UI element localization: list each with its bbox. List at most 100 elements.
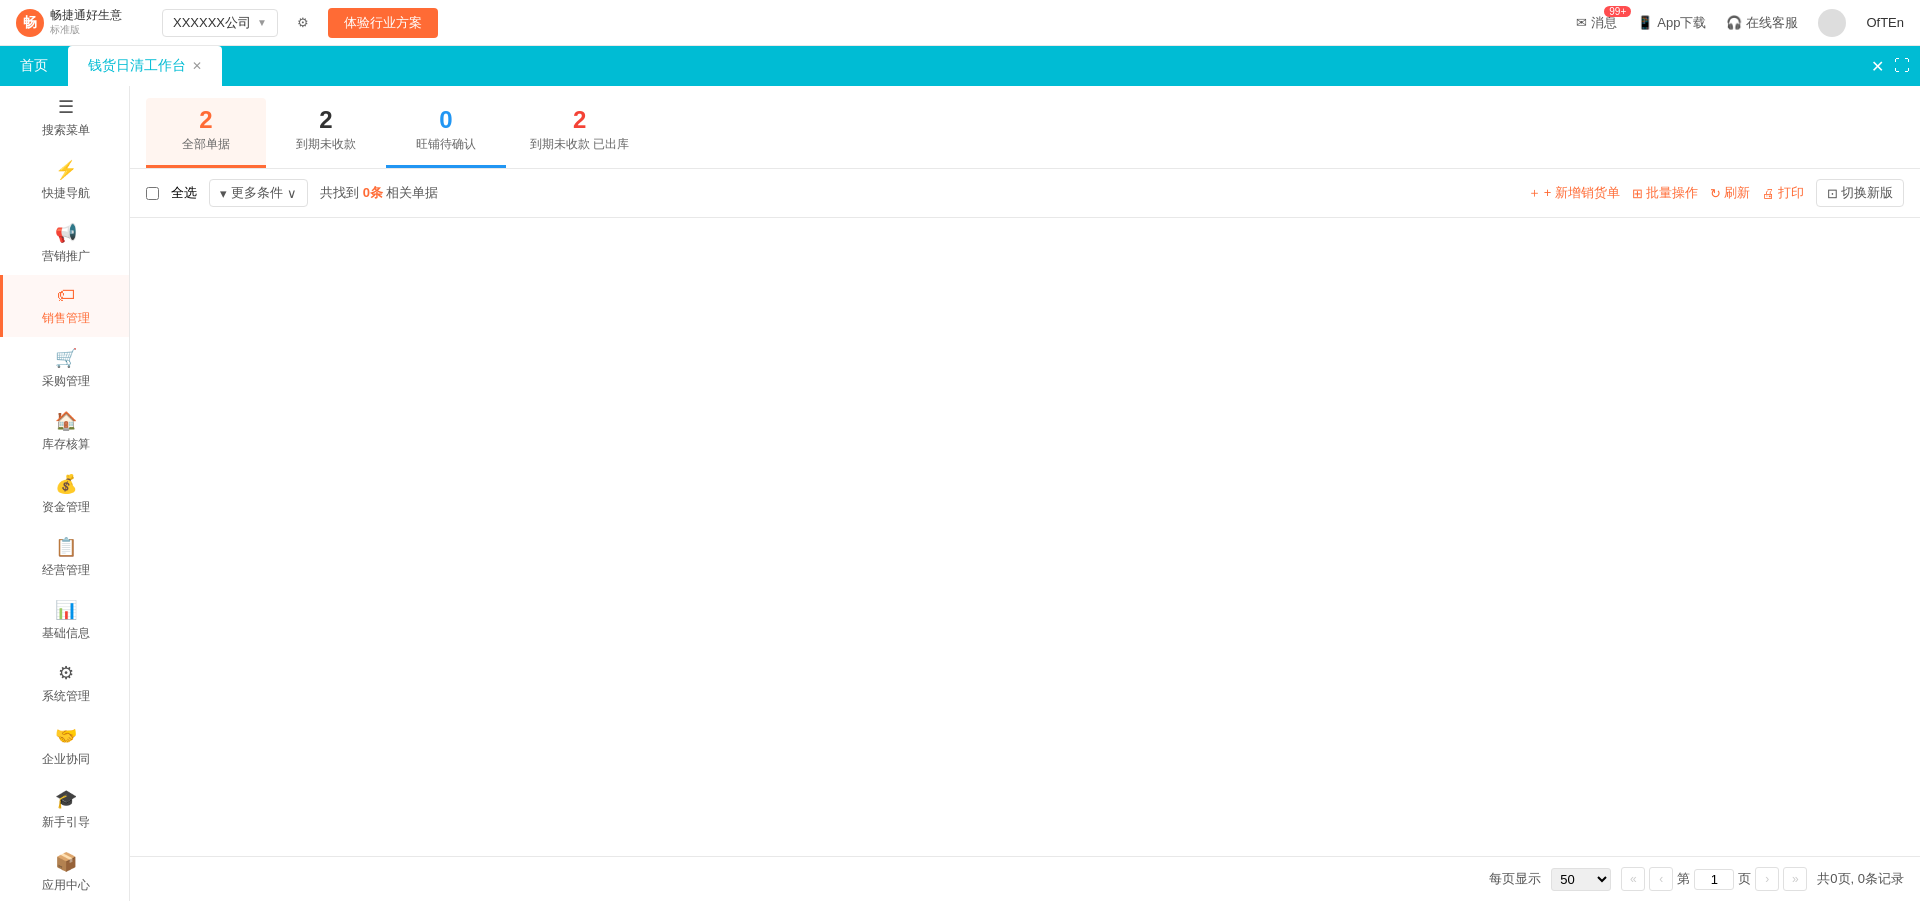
filter-arrow-icon: ∨ [287, 186, 297, 201]
select-all-label: 全选 [171, 184, 197, 202]
header-right: ✉ 消息 99+ 📱 App下载 🎧 在线客服 OfTEn [1576, 9, 1904, 37]
prev-page-button[interactable]: ‹ [1649, 867, 1673, 891]
table-area [130, 218, 1920, 856]
sidebar-item-basic-info-label: 基础信息 [42, 625, 90, 642]
refresh-icon: ↻ [1710, 186, 1721, 201]
sidebar-item-operations-label: 经营管理 [42, 562, 90, 579]
page-label: 第 [1677, 870, 1690, 888]
lightning-icon: ⚡ [55, 159, 77, 181]
expand-tab-action-icon[interactable]: ⛶ [1894, 57, 1910, 75]
stats-tab-shipped-label: 到期未收款 已出库 [530, 136, 629, 153]
stats-tab-overdue[interactable]: 2 到期未收款 [266, 98, 386, 168]
plus-icon: ＋ [1528, 184, 1541, 202]
sidebar-item-search[interactable]: ☰ 搜索菜单 [0, 86, 129, 149]
sidebar-item-inventory[interactable]: 🏠 库存核算 [0, 400, 129, 463]
sidebar-item-inventory-label: 库存核算 [42, 436, 90, 453]
stats-tab-all[interactable]: 2 全部单据 [146, 98, 266, 168]
sidebar-item-collaboration[interactable]: 🤝 企业协同 [0, 715, 129, 778]
stats-tabs: 2 全部单据 2 到期未收款 0 旺铺待确认 2 到期未收款 已出库 [130, 86, 1920, 169]
next-page-button[interactable]: › [1755, 867, 1779, 891]
switch-new-version-button[interactable]: ⊡ 切换新版 [1816, 179, 1904, 207]
tab-home-label: 首页 [20, 57, 48, 75]
sidebar-item-quick-nav[interactable]: ⚡ 快捷导航 [0, 149, 129, 212]
logo-icon: 畅 [16, 9, 44, 37]
sidebar-item-marketing[interactable]: 📢 营销推广 [0, 212, 129, 275]
company-selector[interactable]: XXXXXX公司 ▼ [162, 9, 278, 37]
pagination: 每页显示 50 20 100 « ‹ 第 页 › » 共0页, 0条记录 [130, 856, 1920, 901]
first-page-button[interactable]: « [1621, 867, 1645, 891]
close-tab-action-icon[interactable]: ✕ [1871, 57, 1884, 76]
avatar[interactable] [1818, 9, 1846, 37]
sidebar-item-collaboration-label: 企业协同 [42, 751, 90, 768]
app-download-btn[interactable]: 📱 App下载 [1637, 14, 1706, 32]
app-label: App下载 [1657, 14, 1706, 32]
tab-work-bench-label: 钱货日清工作台 [88, 57, 186, 75]
refresh-button[interactable]: ↻ 刷新 [1710, 184, 1750, 202]
sidebar-item-system-label: 系统管理 [42, 688, 90, 705]
per-page-label: 每页显示 [1489, 870, 1541, 888]
sidebar-item-purchase[interactable]: 🛒 采购管理 [0, 337, 129, 400]
sidebar-item-basic-info[interactable]: 📊 基础信息 [0, 589, 129, 652]
last-page-button[interactable]: » [1783, 867, 1807, 891]
found-text: 共找到 0条 相关单据 [320, 184, 438, 202]
batch-icon: ⊞ [1632, 186, 1643, 201]
add-sales-order-button[interactable]: ＋ + 新增销货单 [1528, 184, 1620, 202]
sidebar-item-operations[interactable]: 📋 经营管理 [0, 526, 129, 589]
try-industry-button[interactable]: 体验行业方案 [328, 8, 438, 38]
handshake-icon: 🤝 [55, 725, 77, 747]
toolbar: 全选 ▾ 更多条件 ∨ 共找到 0条 相关单据 ＋ + 新增销货单 ⊞ 批量操作 [130, 169, 1920, 218]
add-btn-label: + 新增销货单 [1544, 184, 1620, 202]
select-all-checkbox[interactable] [146, 187, 159, 200]
settings-icon-btn[interactable]: ⚙ [288, 8, 318, 38]
stats-tab-shipped-number: 2 [573, 106, 586, 134]
stats-tab-pending-label: 旺铺待确认 [416, 136, 476, 153]
switch-btn-label: 切换新版 [1841, 184, 1893, 202]
logo-line1: 畅捷通好生意 [50, 8, 122, 24]
sidebar-item-system[interactable]: ⚙ 系统管理 [0, 652, 129, 715]
filter-icon: ▾ [220, 186, 227, 201]
cart-icon: 🛒 [55, 347, 77, 369]
sidebar-item-search-label: 搜索菜单 [42, 122, 90, 139]
sidebar-item-finance[interactable]: 💰 资金管理 [0, 463, 129, 526]
money-icon: 💰 [55, 473, 77, 495]
print-icon: 🖨 [1762, 186, 1775, 201]
filter-label: 更多条件 [231, 184, 283, 202]
logo-line2: 标准版 [50, 23, 122, 37]
print-button[interactable]: 🖨 打印 [1762, 184, 1804, 202]
pagination-nav: « ‹ 第 页 › » [1621, 867, 1807, 891]
stats-tab-pending[interactable]: 0 旺铺待确认 [386, 98, 506, 168]
box-icon: 📦 [55, 851, 77, 873]
switch-icon: ⊡ [1827, 186, 1838, 201]
sidebar-item-sales[interactable]: 🏷 销售管理 [0, 275, 129, 337]
message-btn[interactable]: ✉ 消息 99+ [1576, 14, 1617, 32]
main-content: 2 全部单据 2 到期未收款 0 旺铺待确认 2 到期未收款 已出库 全选 ▾ … [130, 86, 1920, 901]
graduation-icon: 🎓 [55, 788, 77, 810]
online-service-btn[interactable]: 🎧 在线客服 [1726, 14, 1798, 32]
sidebar-item-app-center[interactable]: 📦 应用中心 [0, 841, 129, 901]
page-suffix: 页 [1738, 870, 1751, 888]
stats-tab-shipped[interactable]: 2 到期未收款 已出库 [506, 98, 653, 168]
print-btn-label: 打印 [1778, 184, 1804, 202]
company-arrow-icon: ▼ [257, 17, 267, 28]
found-suffix: 相关单据 [386, 185, 438, 200]
search-menu-icon: ☰ [58, 96, 74, 118]
per-page-select[interactable]: 50 20 100 [1551, 868, 1611, 891]
message-badge: 99+ [1604, 6, 1631, 17]
filter-button[interactable]: ▾ 更多条件 ∨ [209, 179, 308, 207]
sidebar-item-purchase-label: 采购管理 [42, 373, 90, 390]
tab-bar: 首页 钱货日清工作台 ✕ ✕ ⛶ [0, 46, 1920, 86]
tab-home[interactable]: 首页 [0, 46, 68, 86]
tab-close-icon[interactable]: ✕ [192, 59, 202, 73]
pagination-total: 共0页, 0条记录 [1817, 870, 1904, 888]
sidebar-item-app-center-label: 应用中心 [42, 877, 90, 894]
house-icon: 🏠 [55, 410, 77, 432]
tab-work-bench[interactable]: 钱货日清工作台 ✕ [68, 46, 222, 86]
batch-operation-button[interactable]: ⊞ 批量操作 [1632, 184, 1698, 202]
current-page-input[interactable] [1694, 869, 1734, 890]
sidebar-item-guide[interactable]: 🎓 新手引导 [0, 778, 129, 841]
username: OfTEn [1866, 15, 1904, 30]
sidebar-item-sales-label: 销售管理 [42, 310, 90, 327]
headset-icon: 🎧 [1726, 15, 1742, 30]
company-name: XXXXXX公司 [173, 14, 251, 32]
sidebar-item-guide-label: 新手引导 [42, 814, 90, 831]
